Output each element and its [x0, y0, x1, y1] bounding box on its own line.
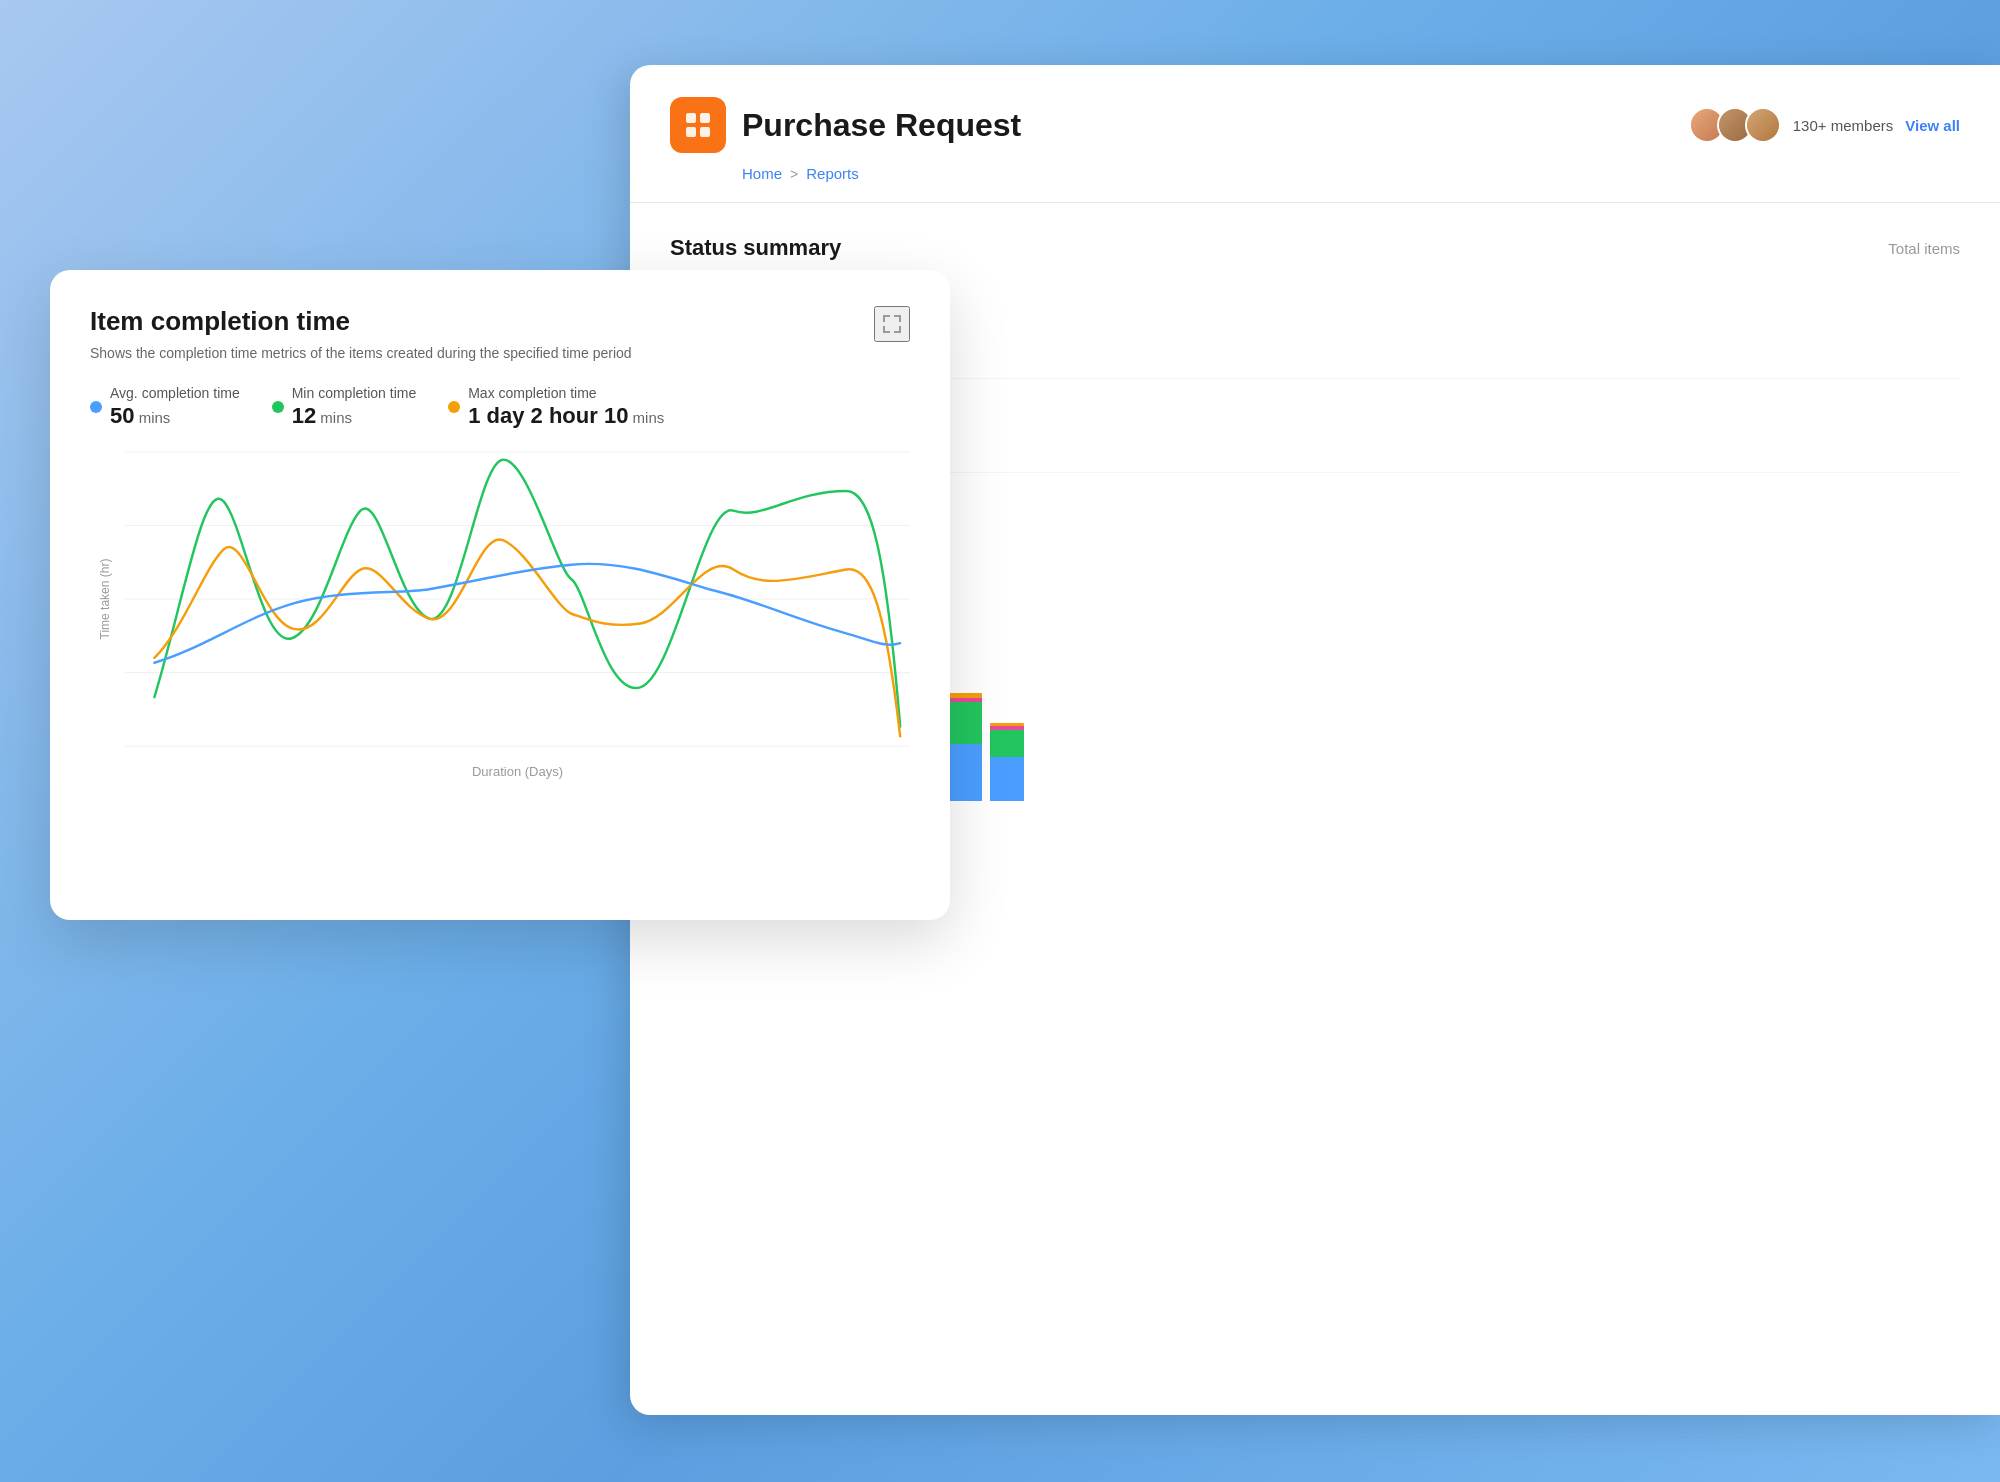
- min-value: 12 mins: [292, 403, 417, 429]
- legend-max: Max completion time 1 day 2 hour 10 mins: [448, 385, 664, 429]
- members-count: 130+ members: [1793, 117, 1893, 134]
- header-top: Purchase Request 130+ members View all: [670, 97, 1960, 153]
- chart-description: Shows the completion time metrics of the…: [90, 345, 910, 361]
- max-dot: [448, 401, 460, 413]
- chart-card: Item completion time Shows the completio…: [50, 270, 950, 920]
- breadcrumb-reports[interactable]: Reports: [806, 165, 859, 182]
- svg-rect-0: [686, 113, 696, 123]
- legend-row: Avg. completion time 50 mins Min complet…: [90, 385, 910, 429]
- total-items-label: Total items: [1888, 240, 1960, 257]
- chart-expand-button[interactable]: [874, 306, 910, 342]
- section-header: Status summary Total items: [670, 235, 1960, 261]
- max-text: Max completion time 1 day 2 hour 10 mins: [468, 385, 664, 429]
- title-area: Purchase Request: [742, 106, 1673, 144]
- avatars: [1689, 107, 1781, 143]
- chart-container: Time taken (hr) 100 75 50 25 0 Jan Feb M…: [90, 449, 910, 779]
- svg-rect-3: [700, 127, 710, 137]
- breadcrumb: Home > Reports: [742, 165, 1960, 182]
- min-label: Min completion time: [292, 385, 417, 401]
- avg-dot: [90, 401, 102, 413]
- chart-title: Item completion time: [90, 306, 910, 337]
- app-icon: [670, 97, 726, 153]
- svg-rect-2: [686, 127, 696, 137]
- breadcrumb-home[interactable]: Home: [742, 165, 782, 182]
- app-title: Purchase Request: [742, 106, 1673, 144]
- min-text: Min completion time 12 mins: [292, 385, 417, 429]
- min-dot: [272, 401, 284, 413]
- members-area: 130+ members View all: [1689, 107, 1960, 143]
- line-chart-svg: 100 75 50 25 0 Jan Feb Mar Apr May Jun J…: [125, 449, 910, 749]
- status-summary-title: Status summary: [670, 235, 841, 261]
- avatar: [1745, 107, 1781, 143]
- avg-label: Avg. completion time: [110, 385, 240, 401]
- bar-group: [948, 691, 982, 801]
- panel-header: Purchase Request 130+ members View all: [630, 65, 2000, 203]
- avg-text: Avg. completion time 50 mins: [110, 385, 240, 429]
- max-label: Max completion time: [468, 385, 664, 401]
- legend-avg: Avg. completion time 50 mins: [90, 385, 240, 429]
- view-all-button[interactable]: View all: [1905, 117, 1960, 134]
- avg-value: 50 mins: [110, 403, 240, 429]
- y-axis-label: Time taken (hr): [98, 559, 112, 640]
- breadcrumb-separator: >: [790, 166, 798, 182]
- bar-group: [990, 721, 1024, 801]
- svg-rect-1: [700, 113, 710, 123]
- x-axis-label: Duration (Days): [125, 764, 910, 779]
- legend-min: Min completion time 12 mins: [272, 385, 417, 429]
- max-value: 1 day 2 hour 10 mins: [468, 403, 664, 429]
